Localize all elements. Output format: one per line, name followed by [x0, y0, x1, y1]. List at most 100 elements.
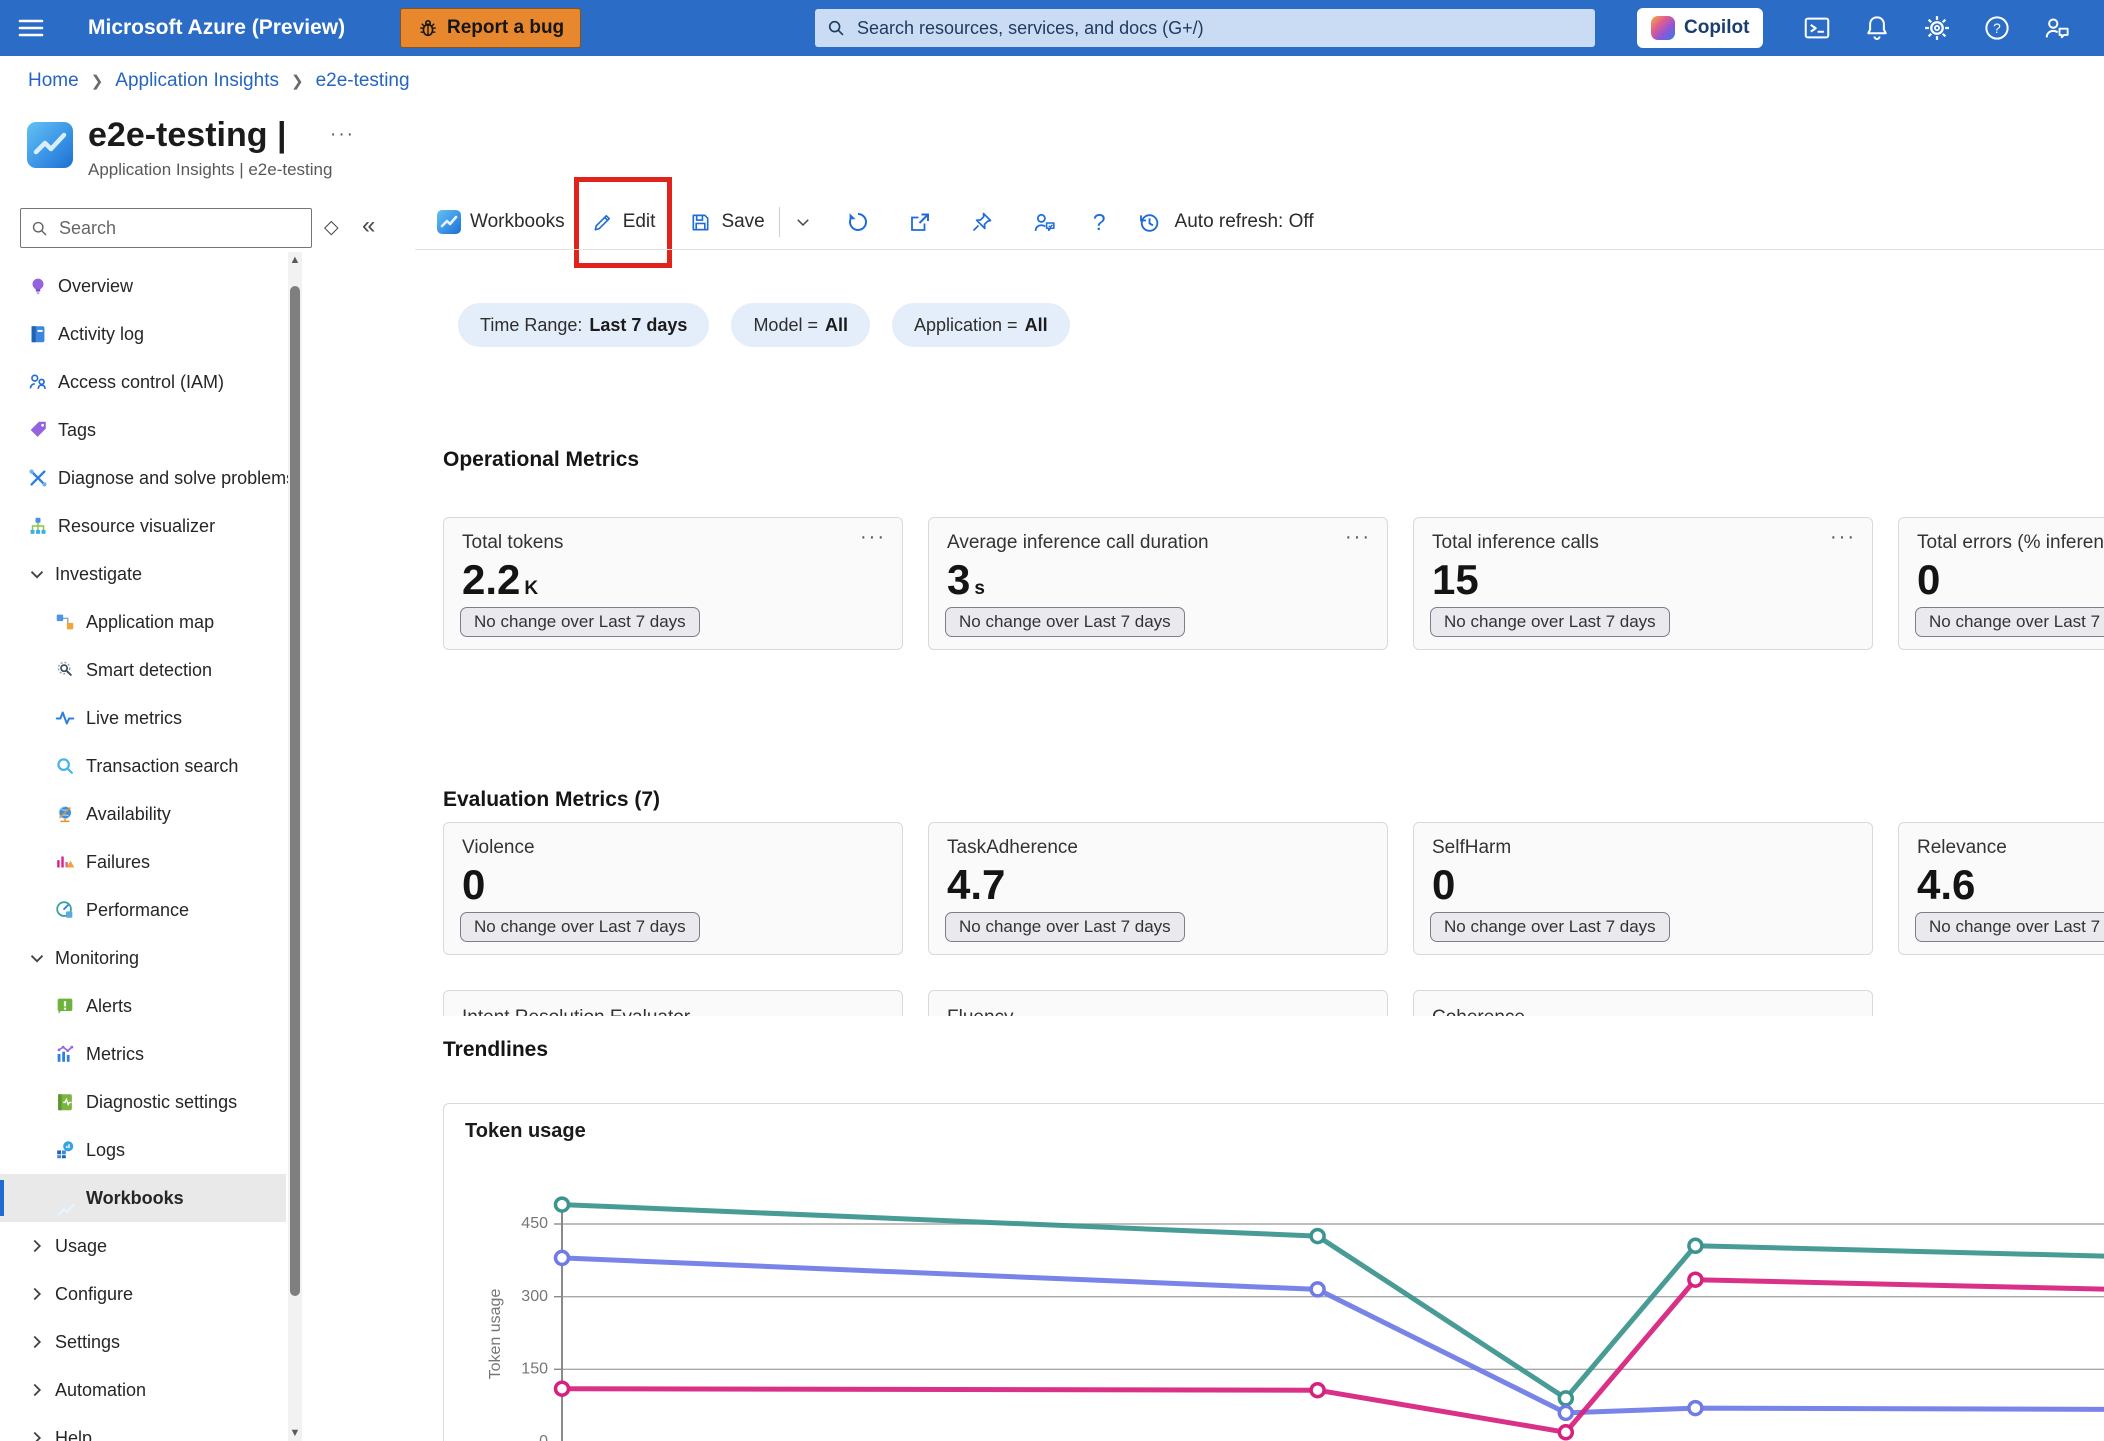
sidebar-item-automation[interactable]: Automation: [0, 1366, 302, 1414]
page-title: e2e-testing |: [88, 116, 286, 155]
auto-refresh-label[interactable]: Auto refresh: Off: [1175, 211, 1314, 233]
breadcrumb: Home❯Application Insights❯e2e-testing: [28, 70, 410, 92]
pin-button[interactable]: [970, 210, 994, 234]
share-button[interactable]: [908, 210, 932, 234]
sidebar-item-logs[interactable]: Logs: [0, 1126, 302, 1174]
sidebar-search-input[interactable]: [57, 217, 301, 240]
feedback-person-icon: [1032, 210, 1057, 235]
feedback-icon[interactable]: [2042, 13, 2072, 43]
sidebar-item-workbooks[interactable]: Workbooks: [0, 1174, 286, 1222]
sidebar-item-settings[interactable]: Settings: [0, 1318, 302, 1366]
sidebar-item-application-map[interactable]: Application map: [0, 598, 302, 646]
help-icon[interactable]: ?: [1982, 13, 2012, 43]
sidebar-item-label: Resource visualizer: [58, 516, 215, 537]
scroll-up-icon[interactable]: ▲: [288, 252, 302, 268]
cloud-shell-icon[interactable]: [1802, 13, 1832, 43]
filter-label: Time Range:: [480, 315, 582, 336]
sidebar-scrollbar-thumb[interactable]: [290, 286, 300, 1296]
edit-button[interactable]: Edit: [591, 211, 656, 234]
sidebar-item-usage[interactable]: Usage: [0, 1222, 302, 1270]
sidebar-item-configure[interactable]: Configure: [0, 1270, 302, 1318]
share-icon: [908, 210, 932, 234]
page-more-options-icon[interactable]: ···: [330, 124, 355, 146]
settings-gear-icon[interactable]: [1922, 13, 1952, 43]
alerts-icon: [54, 995, 76, 1017]
sidebar-item-overview[interactable]: Overview: [0, 262, 302, 310]
sidebar-scrollbar[interactable]: ▲ ▼: [288, 252, 302, 1441]
filter-pill-application[interactable]: Application =All: [892, 303, 1070, 347]
svg-text:?: ?: [1993, 21, 2001, 36]
metric-card-fluency: Fluency: [928, 990, 1388, 1016]
notifications-bell-icon[interactable]: [1862, 13, 1892, 43]
breadcrumb-link[interactable]: Home: [28, 70, 79, 92]
report-a-bug-button[interactable]: Report a bug: [400, 8, 581, 48]
collapse-menu-icon[interactable]: «: [362, 212, 375, 240]
global-search[interactable]: [815, 9, 1595, 47]
sidebar-item-transaction-search[interactable]: Transaction search: [0, 742, 302, 790]
help-question-button[interactable]: ?: [1093, 209, 1106, 236]
sidebar-item-activity-log[interactable]: Activity log: [0, 310, 302, 358]
availability-icon: [54, 803, 76, 825]
save-icon: [689, 211, 712, 234]
portal-title: Microsoft Azure (Preview): [88, 16, 345, 40]
scroll-down-icon[interactable]: ▼: [288, 1425, 302, 1441]
metric-card-value: 15: [1432, 556, 1479, 604]
evaluation-partial-cards-row: Intent Resolution EvaluatorFluencyCohere…: [443, 990, 2104, 1016]
sidebar-item-diagnose-and-solve-problems[interactable]: Diagnose and solve problems: [0, 454, 302, 502]
sidebar-search[interactable]: [20, 208, 312, 248]
trendlines-heading: Trendlines: [443, 1038, 548, 1062]
workbooks-toolbar-button[interactable]: Workbooks: [437, 210, 565, 234]
breadcrumb-link[interactable]: Application Insights: [115, 70, 279, 92]
data-point-blue: [556, 1251, 569, 1264]
card-menu-icon[interactable]: ···: [860, 526, 886, 549]
sidebar-item-performance[interactable]: Performance: [0, 886, 302, 934]
sidebar-item-resource-visualizer[interactable]: Resource visualizer: [0, 502, 302, 550]
metric-card-unit: s: [974, 578, 985, 599]
sidebar-item-live-metrics[interactable]: Live metrics: [0, 694, 302, 742]
filter-pill-model[interactable]: Model =All: [731, 303, 870, 347]
metric-card-title: Relevance: [1917, 837, 2104, 859]
sidebar-item-availability[interactable]: Availability: [0, 790, 302, 838]
data-point-blue: [1559, 1406, 1572, 1419]
sidebar-item-tags[interactable]: Tags: [0, 406, 302, 454]
send-feedback-button[interactable]: [1032, 210, 1057, 235]
token-usage-line-chart[interactable]: 0150300450Token usage: [430, 1184, 2104, 1441]
data-point-teal: [1689, 1239, 1702, 1252]
sidebar-item-monitoring[interactable]: Monitoring: [0, 934, 302, 982]
hamburger-menu-icon[interactable]: [14, 12, 48, 44]
toolbar-bottom-border: [415, 249, 2104, 250]
azure-portal-window: Microsoft Azure (Preview) Report a bug C…: [0, 0, 2104, 1441]
sidebar-item-failures[interactable]: Failures: [0, 838, 302, 886]
save-button[interactable]: Save: [689, 211, 764, 234]
copilot-button[interactable]: Copilot: [1637, 8, 1763, 48]
sidebar-item-help[interactable]: Help: [0, 1414, 302, 1441]
evaluation-metrics-heading: Evaluation Metrics (7): [443, 788, 660, 812]
global-search-input[interactable]: [855, 17, 1583, 40]
metric-card-value: 0: [462, 861, 485, 909]
sidebar-item-investigate[interactable]: Investigate: [0, 550, 302, 598]
refresh-button[interactable]: [846, 210, 870, 234]
breadcrumb-link[interactable]: e2e-testing: [316, 70, 410, 92]
sidebar-item-access-control-iam[interactable]: Access control (IAM): [0, 358, 302, 406]
metric-card-title: Average inference call duration: [947, 532, 1369, 554]
sidebar-item-label: Access control (IAM): [58, 372, 224, 393]
sidebar-item-label: Activity log: [58, 324, 144, 345]
access-control-icon: [27, 371, 49, 393]
chevron-right-icon: [26, 1427, 48, 1441]
metric-card-coherence: Coherence: [1413, 990, 1873, 1016]
sidebar-item-label: Configure: [55, 1284, 133, 1305]
dock-menu-icon[interactable]: ◇: [324, 216, 339, 239]
sidebar-item-alerts[interactable]: Alerts: [0, 982, 302, 1030]
data-point-magenta: [1689, 1273, 1702, 1286]
sidebar-item-metrics[interactable]: Metrics: [0, 1030, 302, 1078]
filter-pill-time-range[interactable]: Time Range:Last 7 days: [458, 303, 709, 347]
resource-visualizer-icon: [27, 515, 49, 537]
card-menu-icon[interactable]: ···: [1345, 526, 1371, 549]
auto-refresh-history-icon[interactable]: [1136, 210, 1161, 235]
sidebar-item-diagnostic-settings[interactable]: Diagnostic settings: [0, 1078, 302, 1126]
chevron-down-icon: [26, 563, 48, 585]
sidebar-item-smart-detection[interactable]: Smart detection: [0, 646, 302, 694]
save-dropdown-button[interactable]: [794, 213, 812, 231]
card-menu-icon[interactable]: ···: [1830, 526, 1856, 549]
pin-icon: [970, 210, 994, 234]
